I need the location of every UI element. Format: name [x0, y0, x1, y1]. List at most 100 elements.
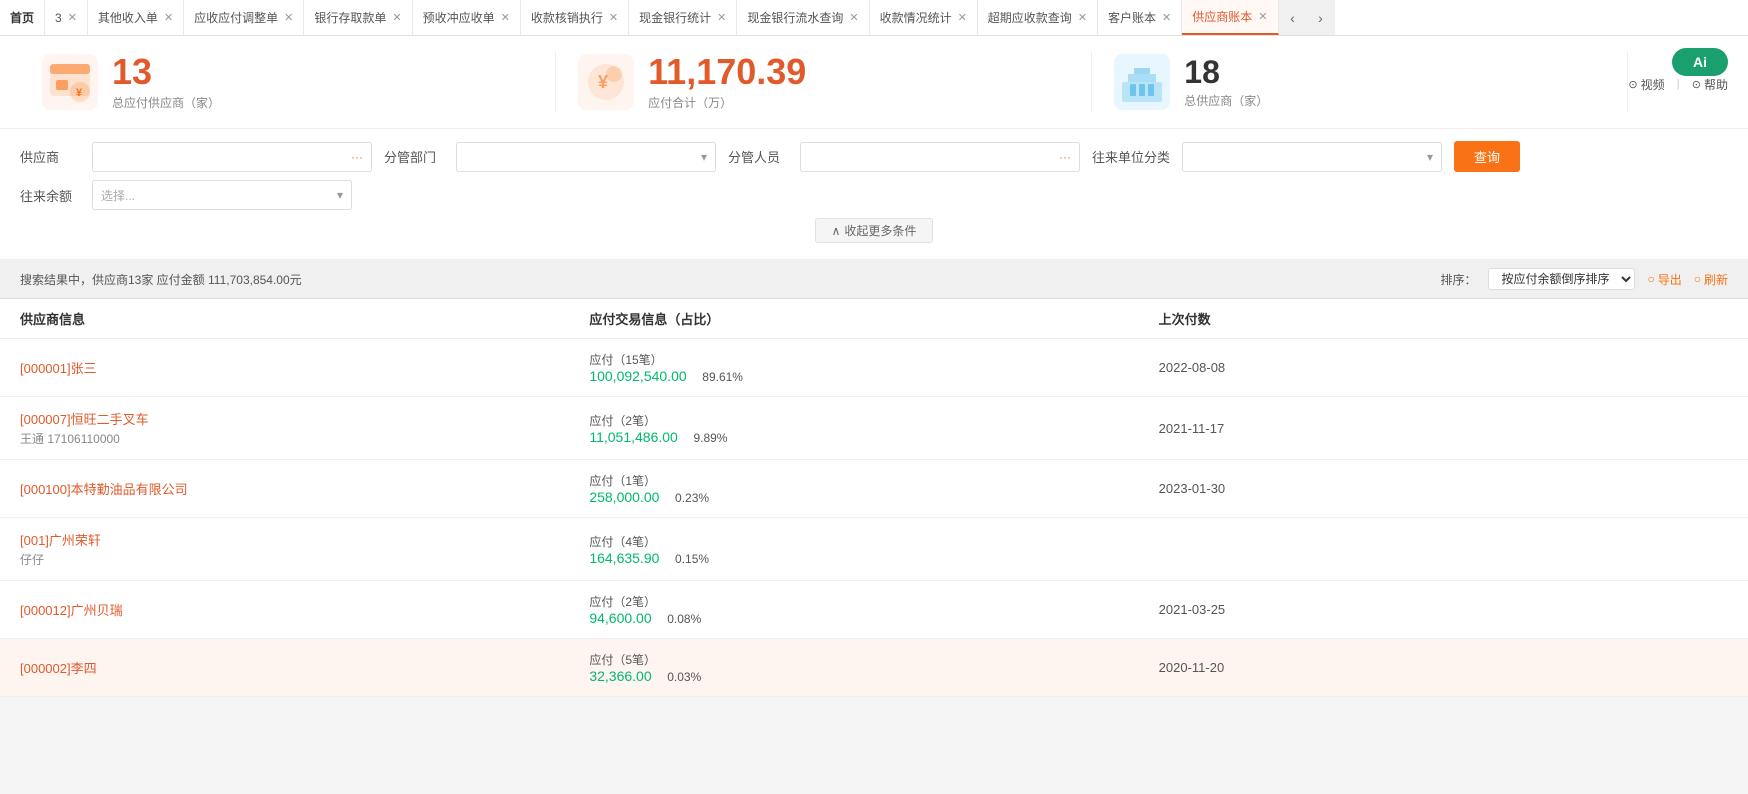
pay-amount: 100,092,540.00	[589, 368, 686, 384]
table-rows: [000001]张三应付（15笔） 100,092,540.00 89.61% …	[0, 339, 1748, 697]
pay-label: 应付（1笔）	[589, 472, 1158, 489]
sort-area: 排序： 按应付余额倒序排序 ○ 导出 ○ 刷新	[1440, 268, 1728, 290]
supplier-sub: 仔仔	[20, 551, 589, 568]
filter-bar: 供应商 ··· 分管部门 ▾ 分管人员 ··· 往来单位分类 ▾ 查询 往来余额…	[0, 129, 1748, 260]
tab-close-12[interactable]: ✕	[1258, 10, 1267, 23]
result-bar: 搜索结果中，供应商13家 应付金额 111,703,854.00元 排序： 按应…	[0, 260, 1748, 299]
supplier-link[interactable]: [001]广州荣轩	[20, 533, 101, 548]
balance-placeholder: 选择...	[101, 187, 135, 204]
pay-amount-row: 32,366.00 0.03%	[589, 668, 1158, 684]
stat-label-1: 总应付供应商（家）	[112, 94, 220, 111]
tab-home[interactable]: 首页	[0, 0, 45, 35]
balance-select[interactable]: 选择... ▾	[92, 180, 352, 210]
tab-close-3[interactable]: ✕	[284, 11, 293, 24]
supplier-col: [000002]李四	[20, 658, 589, 677]
table-row: [000001]张三应付（15笔） 100,092,540.00 89.61% …	[0, 339, 1748, 397]
supplier-label: 供应商	[20, 147, 80, 166]
stats-bar: ¥ 13 总应付供应商（家） ¥ 11,170.39 应付合计（万）	[0, 36, 1748, 129]
tab-close-6[interactable]: ✕	[609, 11, 618, 24]
tab-close-7[interactable]: ✕	[717, 11, 726, 24]
export-icon: ○	[1647, 272, 1654, 286]
supplier-dots-icon[interactable]: ···	[351, 150, 363, 164]
tab-close-5[interactable]: ✕	[501, 11, 510, 24]
sort-select[interactable]: 按应付余额倒序排序	[1488, 268, 1635, 290]
tab-item-9[interactable]: 收款情况统计 ✕	[870, 0, 978, 35]
query-button[interactable]: 查询	[1454, 141, 1520, 172]
tab-close-9[interactable]: ✕	[958, 11, 967, 24]
question-icon: ⊙	[1692, 78, 1701, 91]
supplier-link[interactable]: [000007]恒旺二手叉车	[20, 412, 149, 427]
tab-item-12[interactable]: 供应商账本 ✕	[1182, 0, 1278, 35]
stat-label-2: 应付合计（万）	[648, 94, 806, 111]
person-input[interactable]: ···	[800, 142, 1080, 172]
svg-text:¥: ¥	[76, 87, 83, 99]
export-button[interactable]: ○ 导出	[1647, 271, 1681, 288]
person-label: 分管人员	[728, 147, 788, 166]
stat-num-3: 18	[1184, 56, 1268, 88]
pay-col: 应付（2笔） 94,600.00 0.08%	[589, 593, 1158, 626]
stat-icon-2: ¥	[576, 52, 636, 112]
pay-amount: 94,600.00	[589, 610, 651, 626]
pay-amount: 32,366.00	[589, 668, 651, 684]
pay-label: 应付（15笔）	[589, 351, 1158, 368]
tab-close-1[interactable]: ✕	[68, 11, 77, 24]
tab-label-2: 其他收入单	[98, 9, 158, 26]
tab-close-11[interactable]: ✕	[1162, 11, 1171, 24]
collapse-button[interactable]: ∧ 收起更多条件	[815, 218, 934, 243]
pay-percent: 0.15%	[675, 552, 709, 566]
tab-close-10[interactable]: ✕	[1078, 11, 1087, 24]
tab-item-11[interactable]: 客户账本 ✕	[1098, 0, 1182, 35]
tab-close-4[interactable]: ✕	[392, 11, 401, 24]
tab-label-1: 3	[55, 11, 62, 25]
supplier-col: [000100]本特勤油品有限公司	[20, 479, 589, 498]
tab-item-4[interactable]: 银行存取款单 ✕	[304, 0, 412, 35]
col-header-pay: 应付交易信息（占比）	[589, 309, 1158, 328]
tab-item-10[interactable]: 超期应收款查询 ✕	[978, 0, 1098, 35]
tab-item-5[interactable]: 预收冲应收单 ✕	[413, 0, 521, 35]
supplier-link[interactable]: [000012]广州贝瑞	[20, 603, 123, 618]
tab-next-button[interactable]: ›	[1307, 0, 1335, 35]
pay-percent: 89.61%	[702, 370, 743, 384]
pay-col: 应付（15笔） 100,092,540.00 89.61%	[589, 351, 1158, 384]
ai-button[interactable]: Ai	[1672, 48, 1728, 76]
supplier-sub: 王通 17106110000	[20, 430, 589, 447]
category-arrow-icon: ▾	[1427, 150, 1433, 164]
tab-item-8[interactable]: 现金银行流水查询 ✕	[737, 0, 869, 35]
stat-label-3: 总供应商（家）	[1184, 92, 1268, 109]
stat-icon-3	[1112, 52, 1172, 112]
category-label: 往来单位分类	[1092, 147, 1170, 166]
table-row: [000100]本特勤油品有限公司应付（1笔） 258,000.00 0.23%…	[0, 460, 1748, 518]
pay-amount: 164,635.90	[589, 550, 659, 566]
tab-close-2[interactable]: ✕	[164, 11, 173, 24]
supplier-link[interactable]: [000001]张三	[20, 361, 97, 376]
tab-label-9: 收款情况统计	[880, 9, 952, 26]
tab-label-4: 银行存取款单	[314, 9, 386, 26]
tab-prev-button[interactable]: ‹	[1279, 0, 1307, 35]
supplier-link[interactable]: [000100]本特勤油品有限公司	[20, 482, 188, 497]
video-link[interactable]: ⊙ 视频	[1628, 76, 1664, 93]
pay-percent: 9.89%	[693, 431, 727, 445]
supplier-link[interactable]: [000002]李四	[20, 661, 97, 676]
refresh-button[interactable]: ○ 刷新	[1694, 271, 1728, 288]
collapse-up-icon: ∧	[832, 224, 841, 238]
person-dots-icon[interactable]: ···	[1059, 150, 1071, 164]
supplier-input[interactable]: ···	[92, 142, 372, 172]
supplier-col: [000012]广州贝瑞	[20, 600, 589, 619]
stat-block-payable-total: ¥ 11,170.39 应付合计（万）	[556, 52, 1092, 112]
tab-label-5: 预收冲应收单	[423, 9, 495, 26]
tab-item-6[interactable]: 收款核销执行 ✕	[521, 0, 629, 35]
tab-item-2[interactable]: 其他收入单 ✕	[88, 0, 184, 35]
stat-text-1: 13 总应付供应商（家）	[112, 54, 220, 111]
tab-label-12: 供应商账本	[1192, 8, 1252, 25]
last-pay-col: 2023-01-30	[1159, 481, 1728, 496]
tab-close-8[interactable]: ✕	[849, 11, 858, 24]
tab-item-7[interactable]: 现金银行统计 ✕	[629, 0, 737, 35]
tab-item-1[interactable]: 3 ✕	[45, 0, 88, 35]
category-select[interactable]: ▾	[1182, 142, 1442, 172]
last-pay-col: 2022-08-08	[1159, 360, 1728, 375]
pay-percent: 0.23%	[675, 491, 709, 505]
dept-select[interactable]: ▾	[456, 142, 716, 172]
tab-item-3[interactable]: 应收应付调整单 ✕	[184, 0, 304, 35]
help-link[interactable]: ⊙ 帮助	[1692, 76, 1728, 93]
dept-arrow-icon: ▾	[701, 150, 707, 164]
